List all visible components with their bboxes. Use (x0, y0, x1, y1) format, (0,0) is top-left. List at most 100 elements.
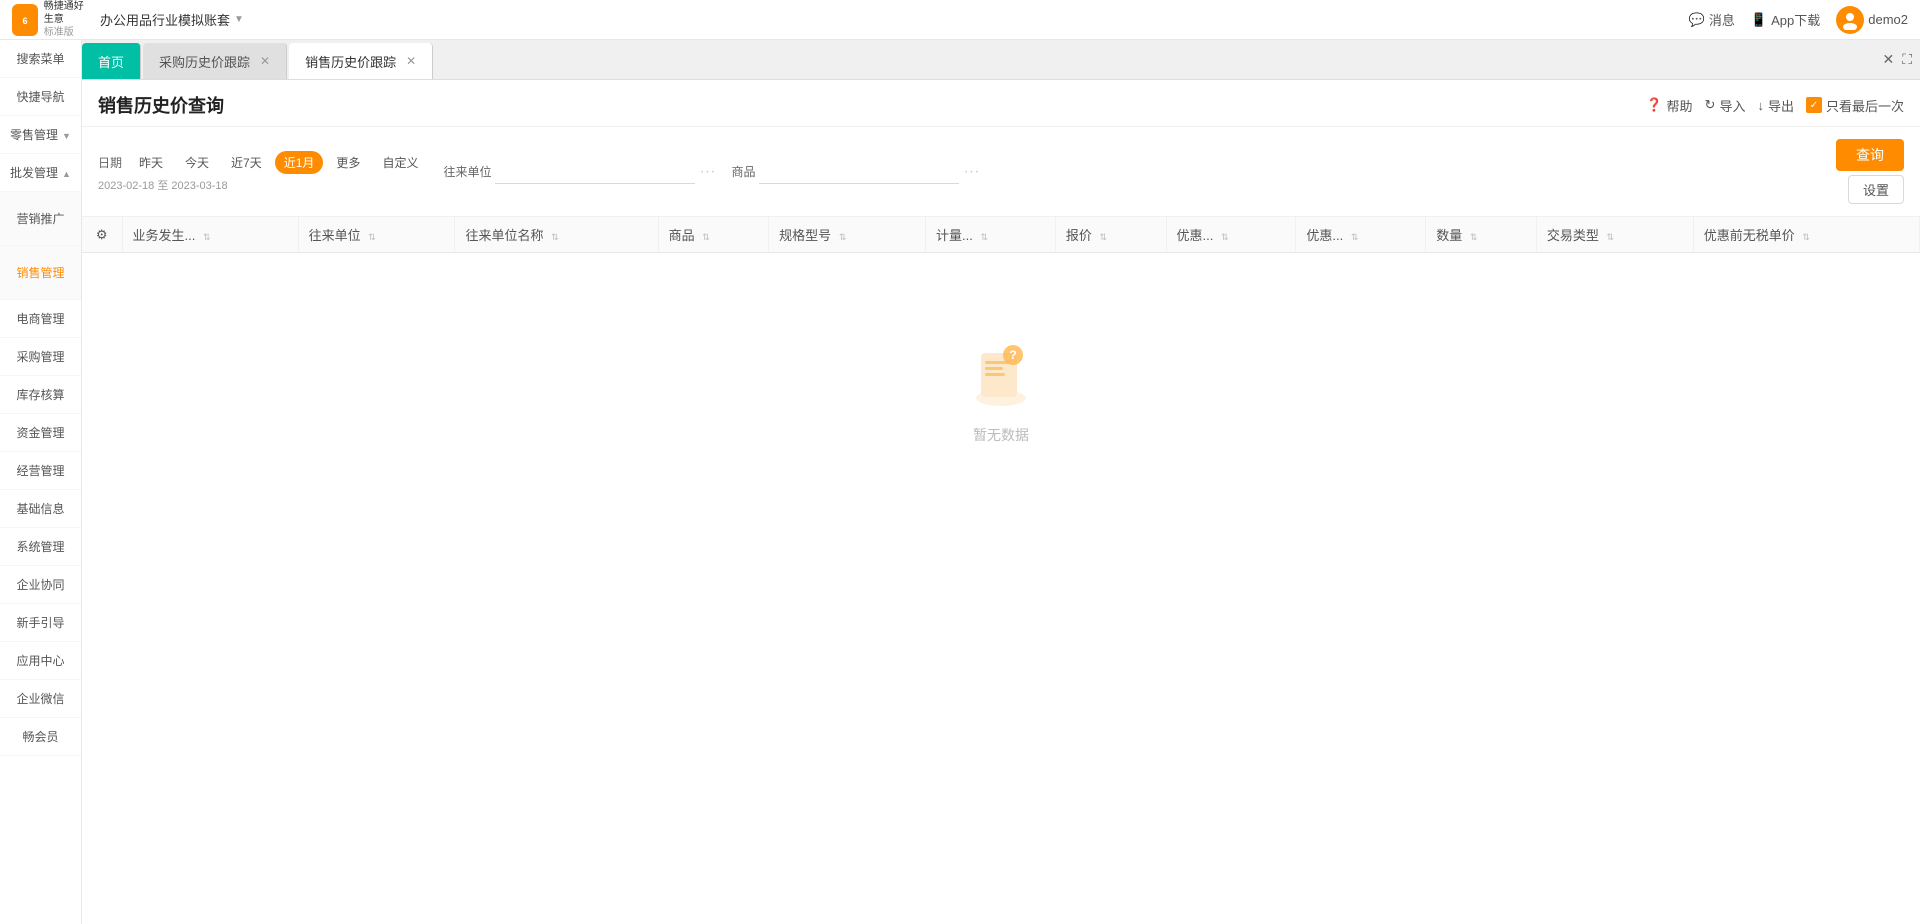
quick-nav-label: 快捷导航 (16, 88, 64, 105)
export-icon: ↓ (1757, 98, 1764, 113)
sidebar-item-basic-info[interactable]: 基础信息 (0, 490, 81, 528)
goods-filter-group: 商品 ··· (731, 160, 979, 184)
user-menu[interactable]: demo2 (1836, 6, 1908, 34)
tab-bar: 首页 采购历史价跟踪 ✕ 销售历史价跟踪 ✕ ✕ ⛶ (82, 40, 1920, 80)
column-discount1[interactable]: 优惠... ⇅ (1166, 217, 1296, 253)
sidebar-item-purchase[interactable]: 采购管理 (0, 338, 81, 376)
system-label: 系统管理 (16, 538, 64, 555)
column-goods[interactable]: 商品 ⇅ (658, 217, 769, 253)
header-right: 💬 消息 📱 App下载 demo2 (1689, 6, 1908, 34)
sidebar-item-retail-mgmt[interactable]: 零售管理 ▼ (0, 116, 81, 154)
sidebar-item-app-center[interactable]: 应用中心 (0, 642, 81, 680)
page-title-bar: 销售历史价查询 ❓ 帮助 ↻ 导入 ↓ 导出 ✓ (82, 80, 1920, 127)
date-btn-more[interactable]: 更多 (327, 151, 369, 174)
operations-label: 经营管理 (16, 462, 64, 479)
date-filter-label: 日期 (98, 154, 122, 171)
app-download-button[interactable]: 📱 App下载 (1751, 10, 1820, 29)
message-icon: 💬 (1689, 12, 1705, 28)
tab-home[interactable]: 首页 (82, 43, 141, 79)
enterprise-label: 企业协同 (16, 576, 64, 593)
sort-partner-name-icon: ⇅ (551, 232, 559, 242)
page-actions: ❓ 帮助 ↻ 导入 ↓ 导出 ✓ 只看最后一次 (1646, 96, 1904, 115)
inventory-label: 库存核算 (16, 386, 64, 403)
partner-filter-label: 往来单位 (443, 163, 491, 180)
empty-text: 暂无数据 (973, 425, 1029, 445)
sidebar-item-system[interactable]: 系统管理 (0, 528, 81, 566)
close-purchase-tab-icon[interactable]: ✕ (260, 54, 270, 68)
column-quantity[interactable]: 数量 ⇅ (1426, 217, 1537, 253)
maximize-icon[interactable]: ⛶ (1902, 51, 1912, 68)
date-btn-custom[interactable]: 自定义 (373, 151, 427, 174)
only-last-checkbox[interactable]: ✓ 只看最后一次 (1806, 96, 1904, 115)
sidebar-item-wechat[interactable]: 企业微信 (0, 680, 81, 718)
sidebar-item-newbie[interactable]: 新手引导 (0, 604, 81, 642)
sidebar-item-enterprise[interactable]: 企业协同 (0, 566, 81, 604)
ecommerce-label: 电商管理 (16, 310, 64, 327)
column-trade-type[interactable]: 交易类型 ⇅ (1536, 217, 1693, 253)
filter-actions: 查询 设置 (1836, 139, 1904, 204)
date-btn-yesterday[interactable]: 昨天 (130, 151, 172, 174)
column-discount2[interactable]: 优惠... ⇅ (1296, 217, 1426, 253)
export-button[interactable]: ↓ 导出 (1757, 96, 1794, 115)
column-pre-tax-price[interactable]: 优惠前无税单价 ⇅ (1693, 217, 1919, 253)
settings-button[interactable]: 设置 (1848, 175, 1904, 204)
tab-sales-history[interactable]: 销售历史价跟踪 ✕ (289, 43, 433, 79)
message-button[interactable]: 💬 消息 (1689, 10, 1735, 29)
date-btn-today[interactable]: 今天 (176, 151, 218, 174)
column-partner-code[interactable]: 往来单位 ⇅ (298, 217, 455, 253)
sidebar-item-search-menu[interactable]: 搜索菜单 (0, 40, 81, 78)
help-icon: ❓ (1646, 97, 1662, 113)
checkbox-checked-icon: ✓ (1806, 97, 1822, 113)
logo-icon: 6 (12, 4, 38, 36)
column-spec[interactable]: 规格型号 ⇅ (769, 217, 926, 253)
wholesale-mgmt-label: 批发管理 (10, 164, 58, 181)
sidebar-item-inventory[interactable]: 库存核算 (0, 376, 81, 414)
tab-purchase-history[interactable]: 采购历史价跟踪 ✕ (143, 43, 287, 79)
empty-state: ? 暂无数据 (82, 253, 1920, 525)
date-shortcuts: 昨天 今天 近7天 近1月 更多 自定义 (130, 151, 427, 174)
sidebar-item-quick-nav[interactable]: 快捷导航 (0, 78, 81, 116)
sidebar-item-finance[interactable]: 资金管理 (0, 414, 81, 452)
column-biz-date[interactable]: 业务发生... ⇅ (122, 217, 298, 253)
sidebar-item-member[interactable]: 畅会员 (0, 718, 81, 756)
sidebar-item-operations[interactable]: 经营管理 (0, 452, 81, 490)
sidebar: 搜索菜单 快捷导航 零售管理 ▼ 批发管理 ▲ 营销推广 销售管理 电商管理 采 (0, 40, 82, 924)
content-area: 首页 采购历史价跟踪 ✕ 销售历史价跟踪 ✕ ✕ ⛶ 销售历史价查询 (82, 40, 1920, 924)
column-partner-name[interactable]: 往来单位名称 ⇅ (455, 217, 658, 253)
sidebar-item-wholesale-mgmt[interactable]: 批发管理 ▲ (0, 154, 81, 192)
basic-info-label: 基础信息 (16, 500, 64, 517)
close-sales-tab-icon[interactable]: ✕ (406, 54, 416, 68)
retail-mgmt-label: 零售管理 (10, 126, 58, 143)
tab-sales-history-label: 销售历史价跟踪 (305, 52, 396, 71)
marketing-label: 营销推广 (12, 202, 68, 235)
goods-dots-icon[interactable]: ··· (963, 163, 979, 181)
close-window-icon[interactable]: ✕ (1882, 51, 1894, 68)
purchase-label: 采购管理 (16, 348, 64, 365)
date-btn-7days[interactable]: 近7天 (222, 151, 271, 174)
sidebar-item-marketing[interactable]: 营销推广 (0, 192, 81, 246)
wechat-label: 企业微信 (16, 690, 64, 707)
sort-pre-tax-price-icon: ⇅ (1802, 232, 1810, 242)
top-header: 6 畅捷通好生意 标准版 办公用品行业模拟账套 ▼ 💬 消息 📱 App下载 d… (0, 0, 1920, 40)
help-button[interactable]: ❓ 帮助 (1646, 96, 1692, 115)
finance-label: 资金管理 (16, 424, 64, 441)
partner-input[interactable] (495, 160, 695, 184)
partner-dots-icon[interactable]: ··· (699, 163, 715, 181)
workspace-selector[interactable]: 办公用品行业模拟账套 ▼ (100, 10, 1681, 29)
sidebar-item-sales-mgmt[interactable]: 销售管理 (0, 246, 81, 300)
goods-filter-label: 商品 (731, 163, 755, 180)
svg-text:?: ? (1009, 348, 1016, 362)
column-unit[interactable]: 计量... ⇅ (926, 217, 1056, 253)
sidebar-item-ecommerce[interactable]: 电商管理 (0, 300, 81, 338)
sort-spec-icon: ⇅ (839, 232, 847, 242)
import-icon: ↻ (1705, 97, 1716, 113)
column-settings[interactable]: ⚙ (82, 217, 122, 253)
date-btn-1month[interactable]: 近1月 (275, 151, 324, 174)
query-button[interactable]: 查询 (1836, 139, 1904, 171)
logo-area: 6 畅捷通好生意 标准版 (12, 0, 92, 39)
column-quote[interactable]: 报价 ⇅ (1055, 217, 1166, 253)
date-filter-group: 日期 昨天 今天 近7天 近1月 更多 自定义 2023-02-18 至 202… (98, 151, 427, 193)
sort-unit-icon: ⇅ (981, 232, 989, 242)
import-button[interactable]: ↻ 导入 (1705, 96, 1746, 115)
goods-input[interactable] (759, 160, 959, 184)
